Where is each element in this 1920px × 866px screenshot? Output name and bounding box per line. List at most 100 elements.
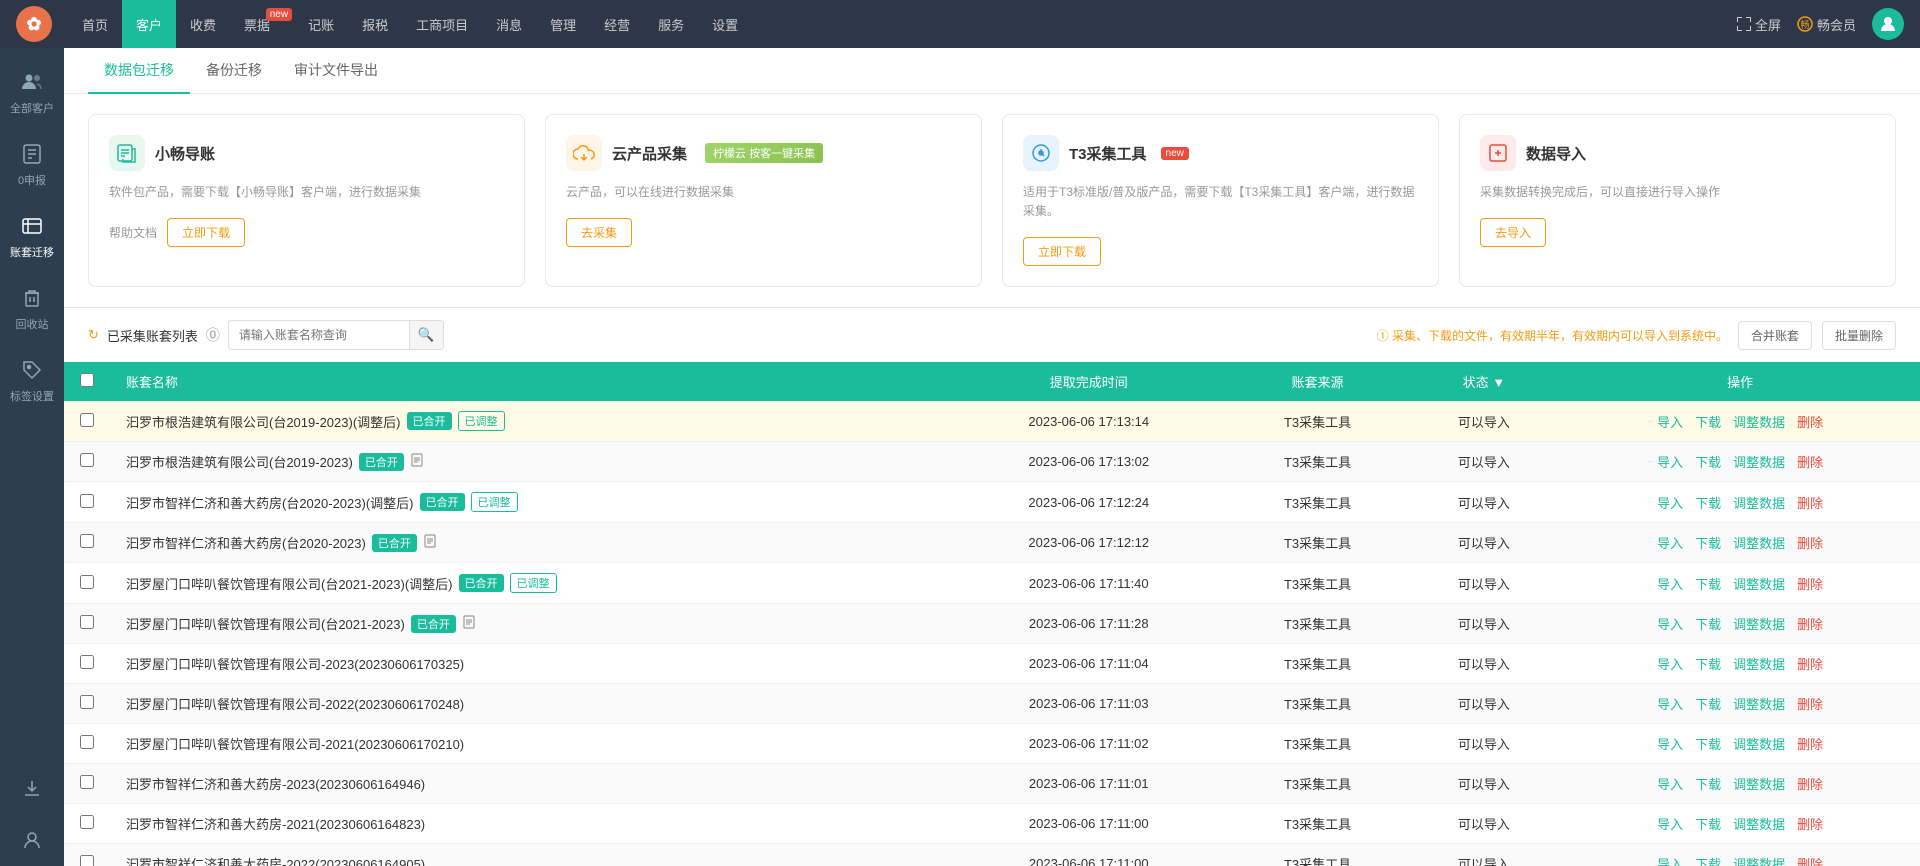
action-导入-link[interactable]: 导入 — [1657, 533, 1683, 552]
action-delete-link[interactable]: 删除 — [1797, 814, 1823, 833]
action-下载-link[interactable]: 下载 — [1695, 774, 1721, 793]
action-导入-link[interactable]: 导入 — [1657, 694, 1683, 713]
action-delete-link[interactable]: 删除 — [1797, 574, 1823, 593]
action-导入-link[interactable]: 导入 — [1657, 493, 1683, 512]
tab-audit-export[interactable]: 审计文件导出 — [278, 48, 394, 94]
col-status[interactable]: 状态 ▼ — [1408, 362, 1561, 401]
card-t3-download-button[interactable]: 立即下载 — [1023, 237, 1101, 266]
action-下载-link[interactable]: 下载 — [1695, 694, 1721, 713]
action-下载-link[interactable]: 下载 — [1695, 452, 1721, 471]
action-delete-link[interactable]: 删除 — [1797, 734, 1823, 753]
row-checkbox[interactable] — [80, 855, 94, 866]
row-checkbox[interactable] — [80, 534, 94, 548]
action-调整数据-link[interactable]: 调整数据 — [1733, 452, 1785, 471]
row-file-icon[interactable] — [462, 615, 476, 632]
fullscreen-button[interactable]: 全屏 — [1737, 15, 1781, 34]
sidebar-item-account-migration[interactable]: 账套迁移 — [0, 200, 64, 272]
sidebar-item-all-clients[interactable]: 全部客户 — [0, 56, 64, 128]
action-下载-link[interactable]: 下载 — [1695, 654, 1721, 673]
action-下载-link[interactable]: 下载 — [1695, 734, 1721, 753]
action-下载-link[interactable]: 下载 — [1695, 412, 1721, 431]
action-调整数据-link[interactable]: 调整数据 — [1733, 412, 1785, 431]
action-导入-link[interactable]: 导入 — [1657, 814, 1683, 833]
card-cloud-collect-button[interactable]: 去采集 — [566, 218, 632, 247]
action-调整数据-link[interactable]: 调整数据 — [1733, 493, 1785, 512]
nav-client[interactable]: 客户 — [122, 0, 176, 48]
nav-business[interactable]: 工商项目 — [402, 0, 482, 48]
app-logo[interactable]: ✿ — [16, 6, 52, 42]
nav-settings[interactable]: 设置 — [698, 0, 752, 48]
row-checkbox[interactable] — [80, 453, 94, 467]
nav-billing[interactable]: 收费 — [176, 0, 230, 48]
action-delete-link[interactable]: 删除 — [1797, 694, 1823, 713]
nav-tax[interactable]: 报税 — [348, 0, 402, 48]
help-icon[interactable]: ⓪ — [206, 325, 220, 345]
tab-data-migration[interactable]: 数据包迁移 — [88, 48, 190, 94]
action-导入-link[interactable]: 导入 — [1657, 774, 1683, 793]
action-下载-link[interactable]: 下载 — [1695, 854, 1721, 866]
member-button[interactable]: 畅 畅会员 — [1797, 15, 1856, 34]
row-checkbox[interactable] — [80, 775, 94, 789]
action-delete-link[interactable]: 删除 — [1797, 614, 1823, 633]
action-delete-link[interactable]: 删除 — [1797, 854, 1823, 866]
action-调整数据-link[interactable]: 调整数据 — [1733, 854, 1785, 866]
row-checkbox[interactable] — [80, 494, 94, 508]
nav-home[interactable]: 首页 — [68, 0, 122, 48]
action-delete-link[interactable]: 删除 — [1797, 452, 1823, 471]
action-下载-link[interactable]: 下载 — [1695, 814, 1721, 833]
action-调整数据-link[interactable]: 调整数据 — [1733, 774, 1785, 793]
search-button[interactable]: 🔍 — [409, 321, 443, 349]
action-调整数据-link[interactable]: 调整数据 — [1733, 574, 1785, 593]
row-checkbox[interactable] — [80, 575, 94, 589]
select-all-checkbox[interactable] — [80, 373, 94, 387]
card-xiaochang-help-link[interactable]: 帮助文档 — [109, 224, 157, 241]
sidebar-item-recycle[interactable]: 回收站 — [0, 272, 64, 344]
action-导入-link[interactable]: 导入 — [1657, 654, 1683, 673]
sidebar-item-user[interactable] — [0, 814, 64, 866]
row-file-icon[interactable] — [423, 534, 437, 551]
action-调整数据-link[interactable]: 调整数据 — [1733, 654, 1785, 673]
action-delete-link[interactable]: 删除 — [1797, 412, 1823, 431]
action-调整数据-link[interactable]: 调整数据 — [1733, 734, 1785, 753]
row-checkbox[interactable] — [80, 695, 94, 709]
row-checkbox[interactable] — [80, 815, 94, 829]
action-调整数据-link[interactable]: 调整数据 — [1733, 614, 1785, 633]
sidebar-item-zero-declare[interactable]: 0申报 — [0, 128, 64, 200]
action-导入-link[interactable]: 导入 — [1657, 854, 1683, 866]
refresh-icon[interactable]: ↻ — [88, 327, 99, 343]
tab-backup-migration[interactable]: 备份迁移 — [190, 48, 278, 94]
nav-invoice[interactable]: 票据 new — [230, 0, 294, 48]
action-delete-link[interactable]: 删除 — [1797, 654, 1823, 673]
action-下载-link[interactable]: 下载 — [1695, 614, 1721, 633]
nav-bookkeeping[interactable]: 记账 — [294, 0, 348, 48]
action-调整数据-link[interactable]: 调整数据 — [1733, 694, 1785, 713]
card-import-go-button[interactable]: 去导入 — [1480, 218, 1546, 247]
row-file-icon[interactable] — [410, 453, 424, 470]
sidebar-item-tag-settings[interactable]: 标签设置 — [0, 344, 64, 416]
nav-operation[interactable]: 经营 — [590, 0, 644, 48]
action-导入-link[interactable]: 导入 — [1657, 574, 1683, 593]
action-delete-link[interactable]: 删除 — [1797, 774, 1823, 793]
action-下载-link[interactable]: 下载 — [1695, 533, 1721, 552]
row-checkbox[interactable] — [80, 655, 94, 669]
search-input[interactable] — [229, 328, 409, 342]
action-调整数据-link[interactable]: 调整数据 — [1733, 814, 1785, 833]
action-导入-link[interactable]: 导入 — [1657, 734, 1683, 753]
nav-service[interactable]: 服务 — [644, 0, 698, 48]
action-下载-link[interactable]: 下载 — [1695, 493, 1721, 512]
batch-delete-button[interactable]: 批量删除 — [1822, 321, 1896, 350]
card-xiaochang-download-button[interactable]: 立即下载 — [167, 218, 245, 247]
action-delete-link[interactable]: 删除 — [1797, 493, 1823, 512]
merge-button[interactable]: 合并账套 — [1738, 321, 1812, 350]
nav-message[interactable]: 消息 — [482, 0, 536, 48]
action-调整数据-link[interactable]: 调整数据 — [1733, 533, 1785, 552]
user-avatar[interactable] — [1872, 8, 1904, 40]
action-导入-link[interactable]: 导入 — [1657, 412, 1683, 431]
row-checkbox[interactable] — [80, 615, 94, 629]
action-导入-link[interactable]: 导入 — [1657, 614, 1683, 633]
action-下载-link[interactable]: 下载 — [1695, 574, 1721, 593]
row-checkbox[interactable] — [80, 413, 94, 427]
action-delete-link[interactable]: 删除 — [1797, 533, 1823, 552]
nav-manage[interactable]: 管理 — [536, 0, 590, 48]
sidebar-item-download[interactable] — [0, 762, 64, 814]
